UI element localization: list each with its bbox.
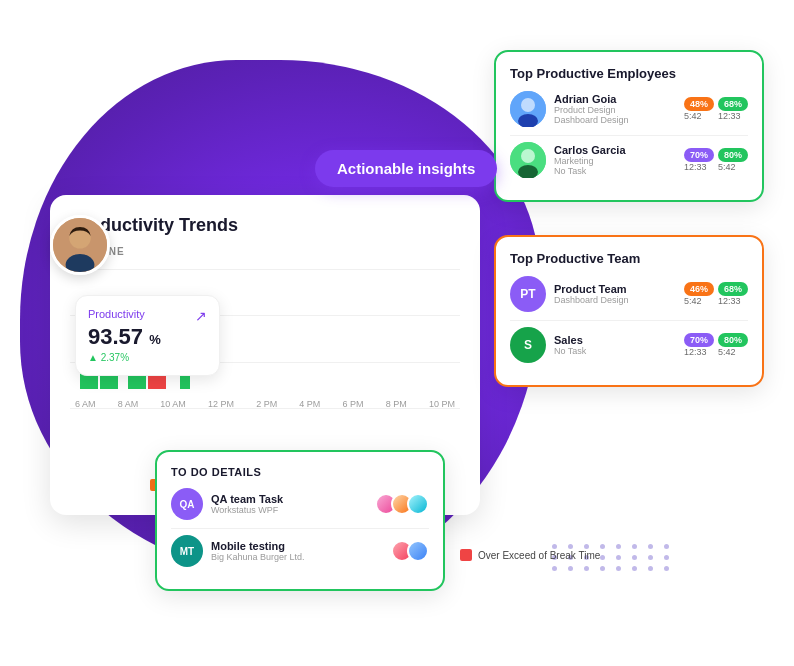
employee-avatar-2 [510, 142, 546, 178]
team-info-2: Sales No Task [554, 334, 676, 356]
team-avatar-1: PT [510, 276, 546, 312]
employee-row: Adrian Goia Product Design Dashboard Des… [510, 91, 748, 127]
actionable-insights-badge: Actionable insights [315, 150, 497, 187]
employees-card-title: Top Productive Employees [510, 66, 748, 81]
team-stats-1: 46% 5:42 68% 12:33 [684, 282, 748, 306]
timeline-label: TIMELINE [70, 246, 460, 257]
team-name-1: Product Team [554, 283, 676, 295]
todo-card: TO DO DETAILS QA QA team Task Workstatus… [155, 450, 445, 591]
todo-row-2: MT Mobile testing Big Kahuna Burger Ltd. [171, 535, 429, 567]
todo-avatar-2: MT [171, 535, 203, 567]
employee-task-1: Dashboard Design [554, 115, 676, 125]
badge-label: Actionable insights [337, 160, 475, 177]
employee-avatar-1 [510, 91, 546, 127]
break-time-legend: Over Exceed of Break Time [460, 549, 600, 561]
team-stats-2: 70% 12:33 80% 5:42 [684, 333, 748, 357]
team-task-1: Dashboard Design [554, 295, 676, 305]
team-name-2: Sales [554, 334, 676, 346]
todo-task-2: Mobile testing [211, 540, 383, 552]
stat-badge-purple-2: 70% [684, 148, 714, 162]
employees-card: Top Productive Employees Adrian Goia Pro… [494, 50, 764, 202]
productivity-label: Productivity [88, 308, 207, 320]
divider-todo [171, 528, 429, 529]
break-legend-text: Over Exceed of Break Time [478, 550, 600, 561]
todo-task-1: QA team Task [211, 493, 367, 505]
team-card-title: Top Productive Team [510, 251, 748, 266]
employee-info-2: Carlos Garcia Marketing No Task [554, 144, 676, 176]
team-info-1: Product Team Dashboard Design [554, 283, 676, 305]
todo-member-avatars-2 [391, 540, 429, 562]
team-badge-1b: 68% [718, 282, 748, 296]
divider [510, 135, 748, 136]
productivity-change: ▲ 2.37% [88, 352, 207, 363]
employee-role-1: Product Design [554, 105, 676, 115]
card-title: Productivity Trends [70, 215, 460, 236]
todo-info-2: Mobile testing Big Kahuna Burger Ltd. [211, 540, 383, 562]
trend-icon: ↗ [195, 308, 207, 324]
employee-task-2: No Task [554, 166, 676, 176]
employee-stats-2: 70% 12:33 80% 5:42 [684, 148, 748, 172]
team-avatar-2: S [510, 327, 546, 363]
productivity-mini-card: Productivity 93.57 % ▲ 2.37% ↗ [75, 295, 220, 376]
employee-row-2: Carlos Garcia Marketing No Task 70% 12:3… [510, 142, 748, 178]
todo-row-1: QA QA team Task Workstatus WPF [171, 488, 429, 520]
break-square-icon [460, 549, 472, 561]
svg-point-4 [521, 98, 535, 112]
employee-name-2: Carlos Garcia [554, 144, 676, 156]
divider-team [510, 320, 748, 321]
main-avatar [50, 215, 110, 275]
stat-badge-green-2: 80% [718, 148, 748, 162]
stat-badge-green-1: 68% [718, 97, 748, 111]
todo-company-2: Big Kahuna Burger Ltd. [211, 552, 383, 562]
productivity-value: 93.57 % [88, 324, 207, 350]
todo-title: TO DO DETAILS [171, 466, 429, 478]
stat-badge-orange-1: 48% [684, 97, 714, 111]
team-badge-2a: 70% [684, 333, 714, 347]
team-task-2: No Task [554, 346, 676, 356]
team-card: Top Productive Team PT Product Team Dash… [494, 235, 764, 387]
svg-point-7 [521, 149, 535, 163]
employee-info-1: Adrian Goia Product Design Dashboard Des… [554, 93, 676, 125]
employee-role-2: Marketing [554, 156, 676, 166]
team-row-1: PT Product Team Dashboard Design 46% 5:4… [510, 276, 748, 312]
todo-avatar-1: QA [171, 488, 203, 520]
team-row-2: S Sales No Task 70% 12:33 80% 5:42 [510, 327, 748, 363]
employee-name-1: Adrian Goia [554, 93, 676, 105]
team-badge-1a: 46% [684, 282, 714, 296]
time-axis: 6 AM 8 AM 10 AM 12 PM 2 PM 4 PM 6 PM 8 P… [70, 399, 460, 409]
team-badge-2b: 80% [718, 333, 748, 347]
todo-member-avatars-1 [375, 493, 429, 515]
employee-stats-1: 48% 5:42 68% 12:33 [684, 97, 748, 121]
scene: Actionable insights Productivity Trends … [0, 0, 794, 666]
todo-company-1: Workstatus WPF [211, 505, 367, 515]
todo-info-1: QA team Task Workstatus WPF [211, 493, 367, 515]
